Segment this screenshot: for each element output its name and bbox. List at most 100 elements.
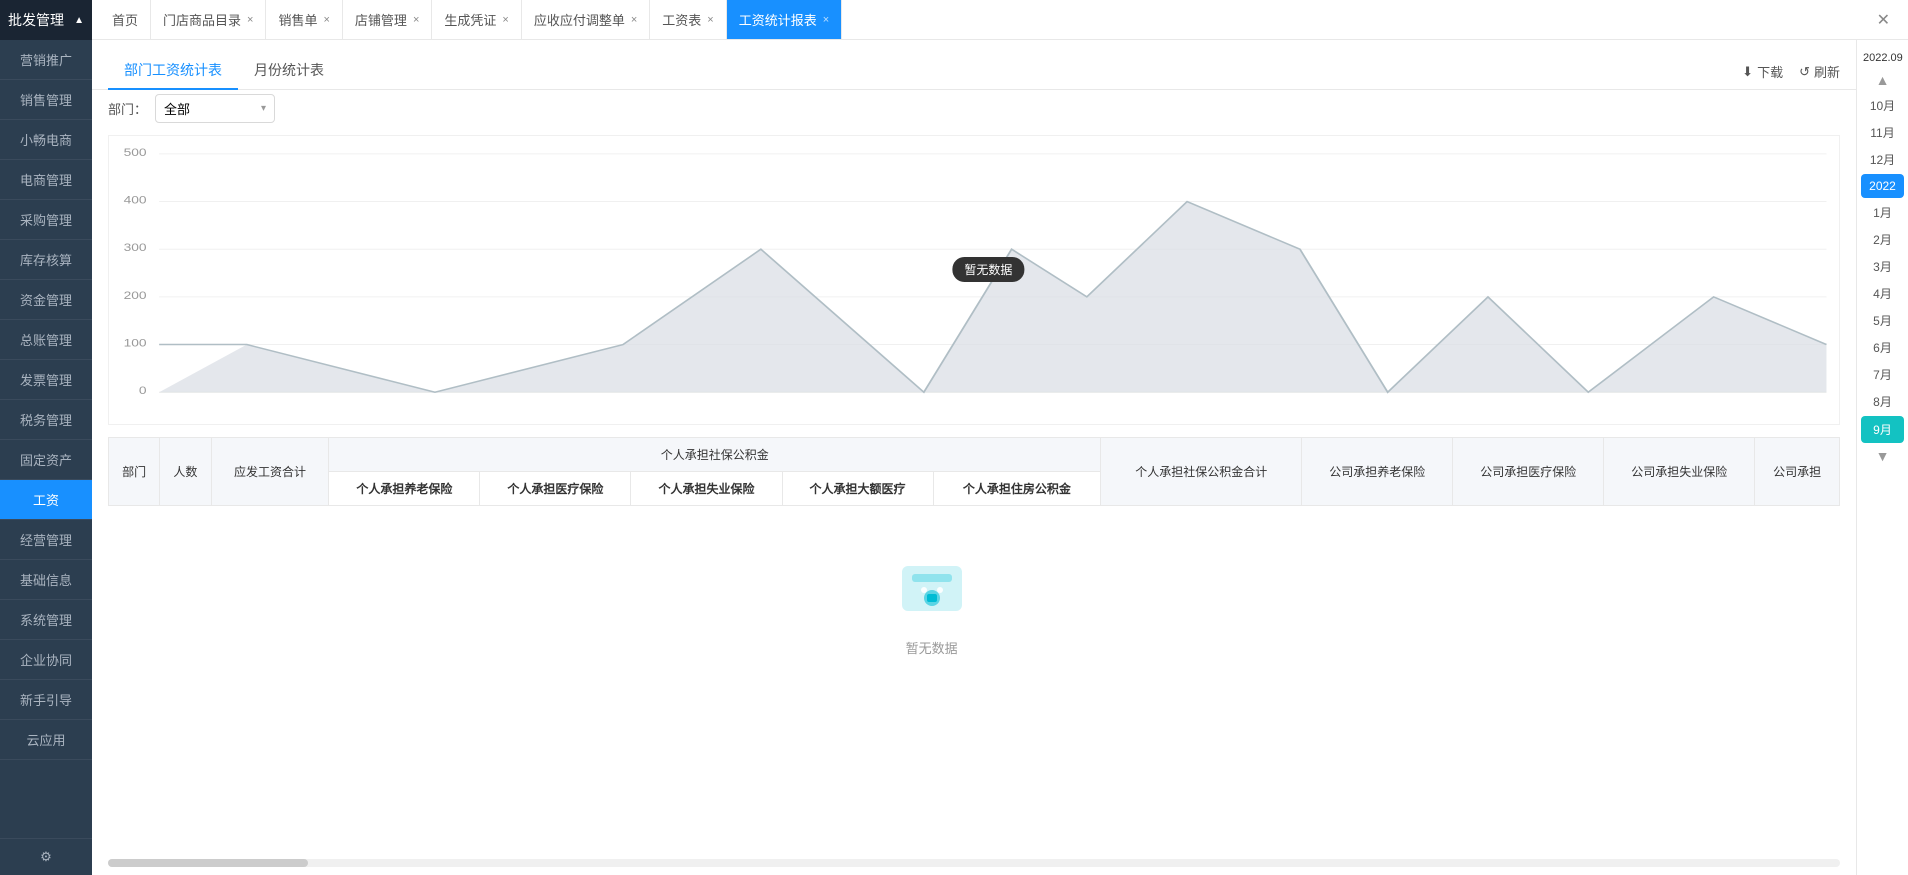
- timeline-month-7[interactable]: 7月: [1857, 361, 1908, 388]
- main-area: 首页门店商品目录×销售单×店铺管理×生成凭证×应收应付调整单×工资表×工资统计报…: [92, 0, 1908, 875]
- chart-area: 500 400 300 200 100 0: [92, 135, 1856, 425]
- tab-close-icon[interactable]: ×: [823, 14, 829, 26]
- tab-门店商品目录[interactable]: 门店商品目录 ×: [151, 0, 266, 40]
- tab-monthly-stats[interactable]: 月份统计表: [238, 52, 340, 90]
- sidebar-settings[interactable]: ⚙: [0, 838, 92, 875]
- sidebar-title: 批发管理: [8, 10, 64, 30]
- table-section: 部门 人数 应发工资合计 个人承担社保公积金 个人承担社保公积金合计 公司承担养…: [92, 425, 1856, 859]
- svg-text:200: 200: [124, 289, 147, 301]
- close-all-icon: ✕: [1877, 10, 1890, 30]
- sidebar-item-销售管理[interactable]: 销售管理: [0, 80, 92, 120]
- sidebar-item-新手引导[interactable]: 新手引导: [0, 680, 92, 720]
- timeline-month-8[interactable]: 8月: [1857, 388, 1908, 415]
- sidebar-item-小畅电商[interactable]: 小畅电商: [0, 120, 92, 160]
- tab-bar: 首页门店商品目录×销售单×店铺管理×生成凭证×应收应付调整单×工资表×工资统计报…: [92, 0, 1908, 40]
- tab-销售单[interactable]: 销售单×: [266, 0, 342, 40]
- timeline-year-2022[interactable]: 2022: [1861, 174, 1904, 198]
- sidebar-item-基础信息[interactable]: 基础信息: [0, 560, 92, 600]
- timeline-month-5[interactable]: 5月: [1857, 307, 1908, 334]
- sidebar-item-资金管理[interactable]: 资金管理: [0, 280, 92, 320]
- sidebar-item-企业协同[interactable]: 企业协同: [0, 640, 92, 680]
- chart-tooltip: 暂无数据: [952, 257, 1024, 282]
- page: 部门工资统计表 月份统计表 ⬇ 下载 ↺ 刷新 部门：: [92, 40, 1856, 875]
- tab-首页[interactable]: 首页: [100, 0, 151, 40]
- download-icon: ⬇: [1742, 64, 1753, 80]
- department-select-value: 全部: [164, 99, 190, 118]
- tab-close-icon[interactable]: ×: [631, 14, 637, 26]
- tab-label: 工资表: [662, 10, 701, 29]
- timeline-month-2[interactable]: 2月: [1857, 226, 1908, 253]
- tab-label: 应收应付调整单: [534, 10, 625, 29]
- content-area: 部门工资统计表 月份统计表 ⬇ 下载 ↺ 刷新 部门：: [92, 40, 1908, 875]
- tab-close-icon[interactable]: ×: [247, 14, 253, 26]
- col-ind-major-medical: 个人承担大额医疗: [782, 472, 933, 506]
- timeline-current-year: 2022.09: [1857, 48, 1908, 68]
- col-ind-housing: 个人承担住房公积金: [933, 472, 1101, 506]
- tab-label: 工资统计报表: [739, 10, 817, 29]
- refresh-button[interactable]: ↺ 刷新: [1799, 62, 1840, 81]
- col-individual-total: 个人承担社保公积金合计: [1101, 438, 1302, 506]
- chart-container: 500 400 300 200 100 0: [108, 135, 1840, 425]
- sub-tabs: 部门工资统计表 月份统计表: [108, 40, 340, 89]
- col-group-individual: 个人承担社保公积金: [329, 438, 1101, 472]
- timeline-month-10[interactable]: 10月: [1857, 92, 1908, 119]
- download-button[interactable]: ⬇ 下载: [1742, 62, 1783, 81]
- sidebar-item-发票管理[interactable]: 发票管理: [0, 360, 92, 400]
- tab-department-stats[interactable]: 部门工资统计表: [108, 52, 238, 90]
- col-ind-pension: 个人承担养老保险: [329, 472, 480, 506]
- timeline-up-nav[interactable]: ▲: [1872, 68, 1894, 92]
- tab-close-icon[interactable]: ×: [707, 14, 713, 26]
- sidebar-item-工资[interactable]: 工资: [0, 480, 92, 520]
- tab-close-icon[interactable]: ×: [413, 14, 419, 26]
- refresh-label: 刷新: [1814, 62, 1840, 81]
- sidebar-item-税务管理[interactable]: 税务管理: [0, 400, 92, 440]
- tab-close-icon[interactable]: ×: [502, 14, 508, 26]
- tab-工资表[interactable]: 工资表 ×: [650, 0, 726, 40]
- timeline-month-1[interactable]: 1月: [1857, 199, 1908, 226]
- sidebar-item-电商管理[interactable]: 电商管理: [0, 160, 92, 200]
- col-company-medical: 公司承担医疗保险: [1453, 438, 1604, 506]
- tab-店铺管理[interactable]: 店铺管理 ×: [343, 0, 432, 40]
- col-headcount: 人数: [160, 438, 211, 506]
- sidebar-item-总账管理[interactable]: 总账管理: [0, 320, 92, 360]
- close-all-button[interactable]: ✕: [1867, 10, 1900, 30]
- timeline-down-nav[interactable]: ▼: [1872, 444, 1894, 468]
- tab-label: 门店商品目录: [163, 10, 241, 29]
- empty-text: 暂无数据: [906, 638, 958, 657]
- sidebar-item-经营管理[interactable]: 经营管理: [0, 520, 92, 560]
- chevron-down-icon: ▾: [261, 103, 266, 114]
- gear-icon: ⚙: [40, 849, 52, 864]
- sidebar-item-营销推广[interactable]: 营销推广: [0, 40, 92, 80]
- svg-text:0: 0: [139, 385, 147, 397]
- filter-label: 部门：: [108, 99, 147, 118]
- toolbar: ⬇ 下载 ↺ 刷新: [1742, 54, 1840, 89]
- col-total-salary: 应发工资合计: [211, 438, 329, 506]
- tab-工资统计报表[interactable]: 工资统计报表 ×: [727, 0, 842, 40]
- sidebar-header[interactable]: 批发管理 ▲: [0, 0, 92, 40]
- filter-row: 部门： 全部 ▾: [92, 90, 1856, 135]
- tab-label: 生成凭证: [444, 10, 496, 29]
- col-ind-unemployment: 个人承担失业保险: [631, 472, 782, 506]
- timeline-month-12[interactable]: 12月: [1857, 146, 1908, 173]
- timeline-month-6[interactable]: 6月: [1857, 334, 1908, 361]
- tab-close-icon[interactable]: ×: [323, 14, 329, 26]
- timeline-month-3[interactable]: 3月: [1857, 253, 1908, 280]
- svg-text:100: 100: [124, 337, 147, 349]
- sidebar-item-系统管理[interactable]: 系统管理: [0, 600, 92, 640]
- timeline-month-9[interactable]: 9月: [1861, 416, 1904, 443]
- sidebar-item-采购管理[interactable]: 采购管理: [0, 200, 92, 240]
- sidebar-item-固定资产[interactable]: 固定资产: [0, 440, 92, 480]
- sidebar-arrow-icon: ▲: [74, 15, 84, 26]
- timeline-month-4[interactable]: 4月: [1857, 280, 1908, 307]
- svg-text:400: 400: [124, 194, 147, 206]
- department-select[interactable]: 全部 ▾: [155, 94, 275, 123]
- timeline-month-11[interactable]: 11月: [1857, 119, 1908, 146]
- timeline-panel: 2022.09 ▲ 10月 11月 12月 2022 1月 2月 3月 4月 5…: [1856, 40, 1908, 875]
- sidebar-item-云应用[interactable]: 云应用: [0, 720, 92, 760]
- tab-生成凭证[interactable]: 生成凭证 ×: [432, 0, 521, 40]
- data-table: 部门 人数 应发工资合计 个人承担社保公积金 个人承担社保公积金合计 公司承担养…: [108, 437, 1840, 697]
- tab-应收应付调整单[interactable]: 应收应付调整单 ×: [522, 0, 650, 40]
- col-ind-medical: 个人承担医疗保险: [480, 472, 631, 506]
- tab-label: 店铺管理: [355, 10, 407, 29]
- sidebar-item-库存核算[interactable]: 库存核算: [0, 240, 92, 280]
